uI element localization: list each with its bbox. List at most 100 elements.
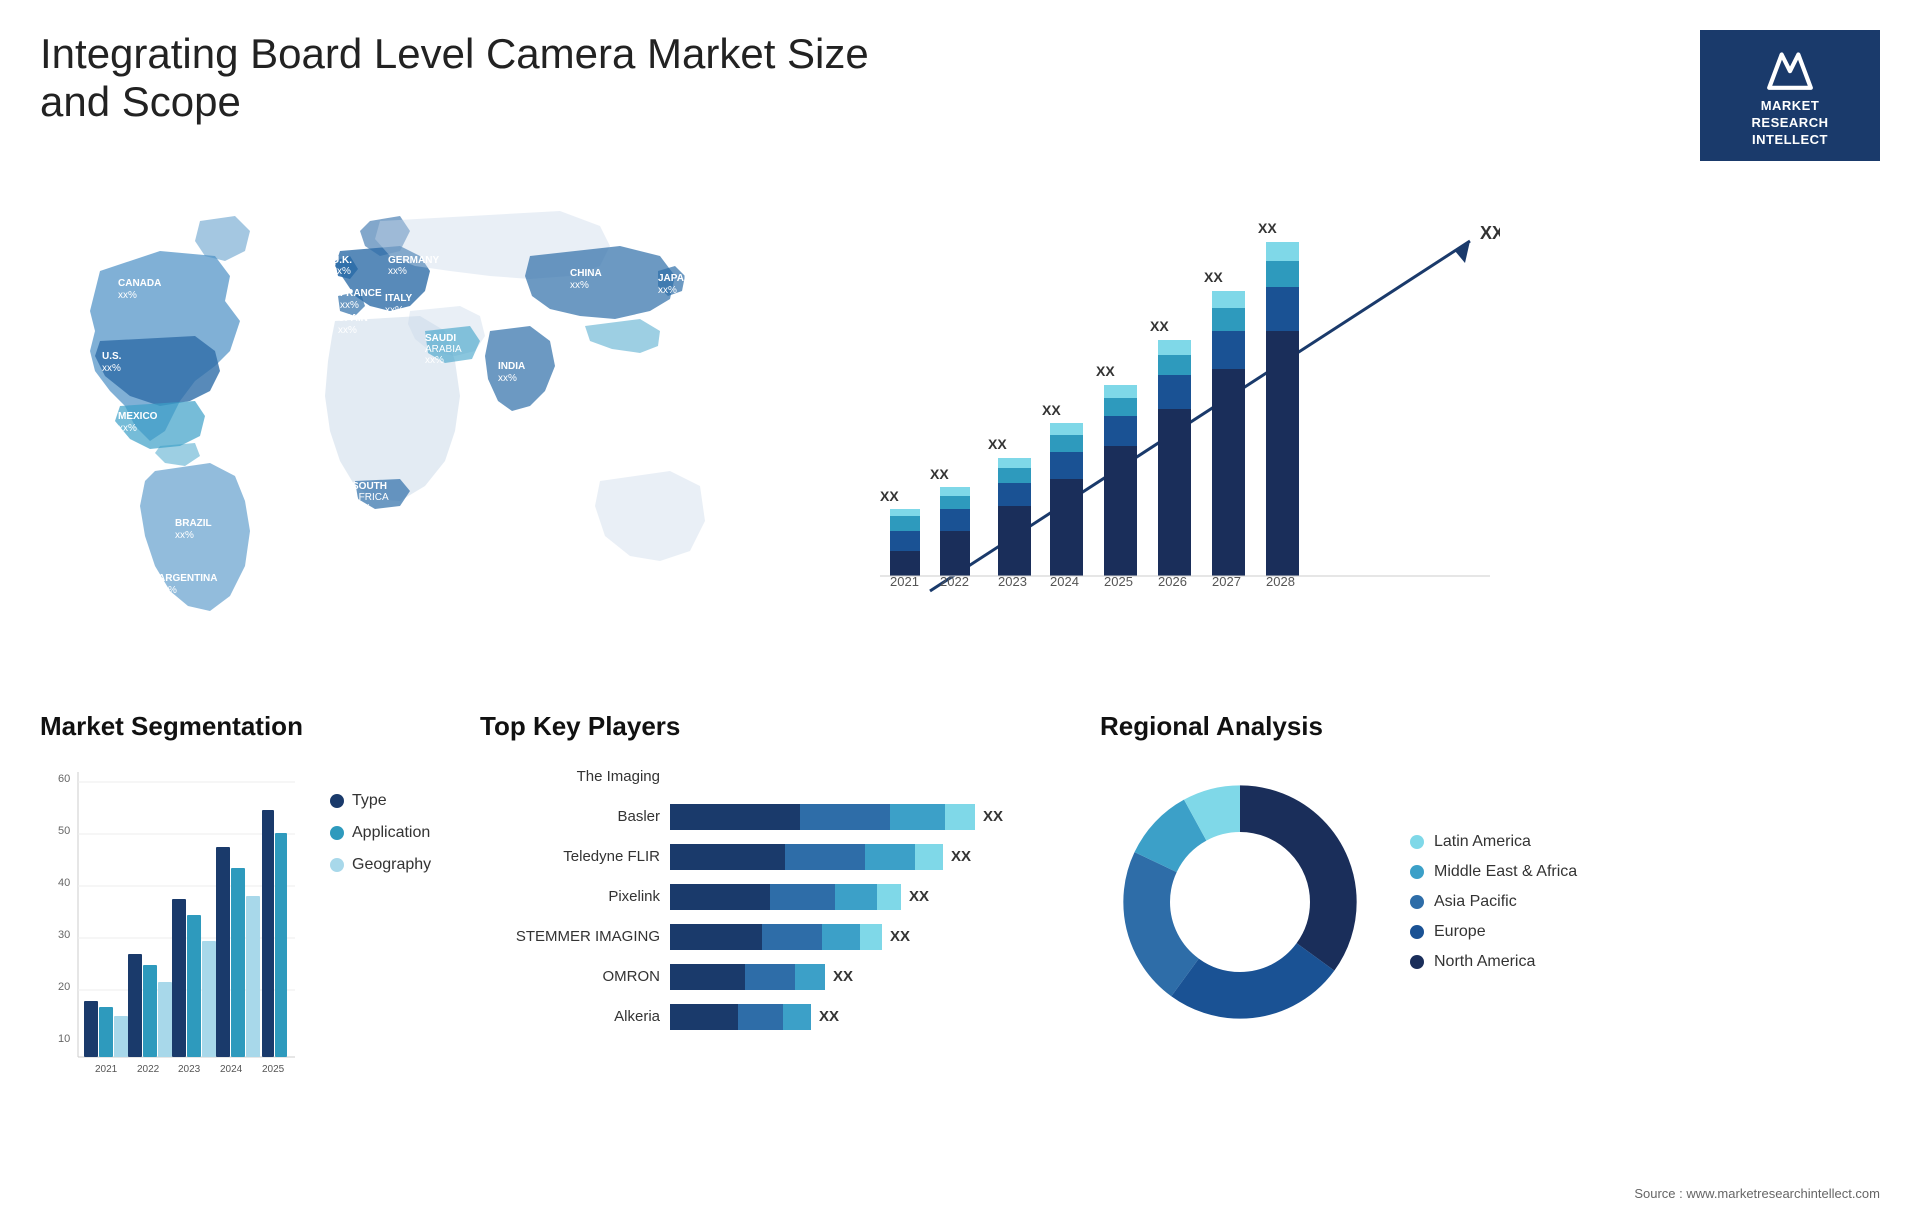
svg-text:10: 10 — [58, 1033, 70, 1045]
svg-text:XX: XX — [930, 466, 949, 482]
svg-text:20: 20 — [58, 981, 70, 993]
latin-america-label: Latin America — [1434, 833, 1531, 851]
svg-text:xx%: xx% — [570, 280, 589, 291]
svg-text:CHINA: CHINA — [570, 268, 602, 279]
donut-legend: Latin America Middle East & Africa Asia … — [1410, 833, 1577, 971]
svg-text:SOUTH: SOUTH — [352, 481, 387, 492]
application-label: Application — [352, 824, 430, 842]
bar-inner-alkeria — [670, 1004, 811, 1030]
top-row: CANADA xx% U.S. xx% MEXICO xx% BRAZIL xx… — [40, 191, 1880, 671]
svg-text:XX: XX — [880, 488, 899, 504]
svg-text:xx%: xx% — [175, 530, 194, 541]
svg-text:xx%: xx% — [338, 325, 357, 336]
player-xx-pixelink: XX — [909, 888, 929, 905]
bar-seg1 — [670, 924, 762, 950]
svg-text:XX: XX — [1042, 402, 1061, 418]
svg-text:xx%: xx% — [158, 585, 177, 596]
legend-middle-east: Middle East & Africa — [1410, 863, 1577, 881]
bar-seg4 — [877, 884, 901, 910]
bar-seg4 — [860, 924, 882, 950]
bar-inner-basler — [670, 804, 975, 830]
legend-north-america: North America — [1410, 953, 1577, 971]
bar-seg2 — [762, 924, 822, 950]
type-label: Type — [352, 792, 387, 810]
bar-seg4 — [945, 804, 975, 830]
asia-pacific-label: Asia Pacific — [1434, 893, 1517, 911]
player-rows: The Imaging Basler XX — [480, 762, 1080, 1032]
bar-seg3 — [835, 884, 877, 910]
bar-inner-stemmer — [670, 924, 882, 950]
svg-text:2021: 2021 — [95, 1064, 118, 1075]
player-basler: Basler XX — [480, 802, 1080, 832]
page: Integrating Board Level Camera Market Si… — [0, 0, 1920, 1221]
svg-text:xx%: xx% — [425, 355, 444, 366]
svg-text:XX: XX — [1258, 220, 1277, 236]
north-america-dot — [1410, 955, 1424, 969]
player-name-alkeria: Alkeria — [480, 1008, 660, 1025]
bar-inner-teledyne — [670, 844, 943, 870]
player-xx-omron: XX — [833, 968, 853, 985]
bar-seg1 — [670, 804, 800, 830]
svg-text:JAPAN: JAPAN — [658, 273, 691, 284]
player-bar-teledyne: XX — [670, 842, 1080, 872]
svg-text:2022: 2022 — [137, 1064, 160, 1075]
player-omron: OMRON XX — [480, 962, 1080, 992]
bar-seg1 — [670, 844, 785, 870]
player-the-imaging: The Imaging — [480, 762, 1080, 792]
player-xx-alkeria: XX — [819, 1008, 839, 1025]
svg-text:SAUDI: SAUDI — [425, 333, 456, 344]
svg-text:CANADA: CANADA — [118, 278, 161, 289]
svg-text:xx%: xx% — [385, 305, 404, 316]
svg-text:XX: XX — [1150, 318, 1169, 334]
legend-type: Type — [330, 792, 431, 810]
player-name-teledyne: Teledyne FLIR — [480, 848, 660, 865]
legend-asia-pacific: Asia Pacific — [1410, 893, 1577, 911]
bar-seg3 — [795, 964, 825, 990]
svg-text:BRAZIL: BRAZIL — [175, 518, 212, 529]
market-seg-title: Market Segmentation — [40, 711, 460, 742]
legend-europe: Europe — [1410, 923, 1577, 941]
bar-seg4 — [915, 844, 943, 870]
bar-seg2 — [738, 1004, 783, 1030]
player-xx-teledyne: XX — [951, 848, 971, 865]
market-segmentation: Market Segmentation 60 50 40 30 20 10 — [40, 711, 460, 1191]
bar-inner-pixelink — [670, 884, 901, 910]
svg-text:U.S.: U.S. — [102, 351, 122, 362]
player-bar-pixelink: XX — [670, 882, 1080, 912]
asia-pacific-dot — [1410, 895, 1424, 909]
svg-text:SPAIN: SPAIN — [338, 313, 368, 324]
svg-text:xx%: xx% — [340, 300, 359, 311]
key-players-section: Top Key Players The Imaging Basler — [480, 711, 1080, 1191]
regional-analysis-section: Regional Analysis — [1100, 711, 1880, 1191]
north-america-label: North America — [1434, 953, 1535, 971]
world-map: CANADA xx% U.S. xx% MEXICO xx% BRAZIL xx… — [40, 191, 800, 671]
svg-text:ARGENTINA: ARGENTINA — [158, 573, 217, 584]
player-xx-basler: XX — [983, 808, 1003, 825]
geography-dot — [330, 858, 344, 872]
svg-text:MEXICO: MEXICO — [118, 411, 158, 422]
svg-text:xx%: xx% — [102, 363, 121, 374]
bar-seg2 — [770, 884, 835, 910]
bar-chart-section: XX XX 2021 XX 2022 — [830, 191, 1880, 671]
middle-east-dot — [1410, 865, 1424, 879]
logo-text: MARKETRESEARCHINTELLECT — [1752, 98, 1829, 149]
svg-text:xx%: xx% — [118, 423, 137, 434]
player-teledyne: Teledyne FLIR XX — [480, 842, 1080, 872]
bar-inner-omron — [670, 964, 825, 990]
svg-text:U.K.: U.K. — [332, 255, 352, 266]
legend-geography: Geography — [330, 856, 431, 874]
bar-seg3 — [865, 844, 915, 870]
source-text: Source : www.marketresearchintellect.com — [1634, 1186, 1880, 1201]
svg-text:2023: 2023 — [178, 1064, 201, 1075]
svg-text:xx%: xx% — [118, 290, 137, 301]
svg-text:XX: XX — [1204, 269, 1223, 285]
svg-text:xx%: xx% — [388, 266, 407, 277]
svg-text:2024: 2024 — [220, 1064, 243, 1075]
svg-text:XX: XX — [988, 436, 1007, 452]
svg-text:XX: XX — [1096, 363, 1115, 379]
player-name-pixelink: Pixelink — [480, 888, 660, 905]
key-players-title: Top Key Players — [480, 711, 1080, 742]
svg-text:AFRICA: AFRICA — [352, 492, 389, 503]
bar-seg2 — [800, 804, 890, 830]
legend-application: Application — [330, 824, 431, 842]
